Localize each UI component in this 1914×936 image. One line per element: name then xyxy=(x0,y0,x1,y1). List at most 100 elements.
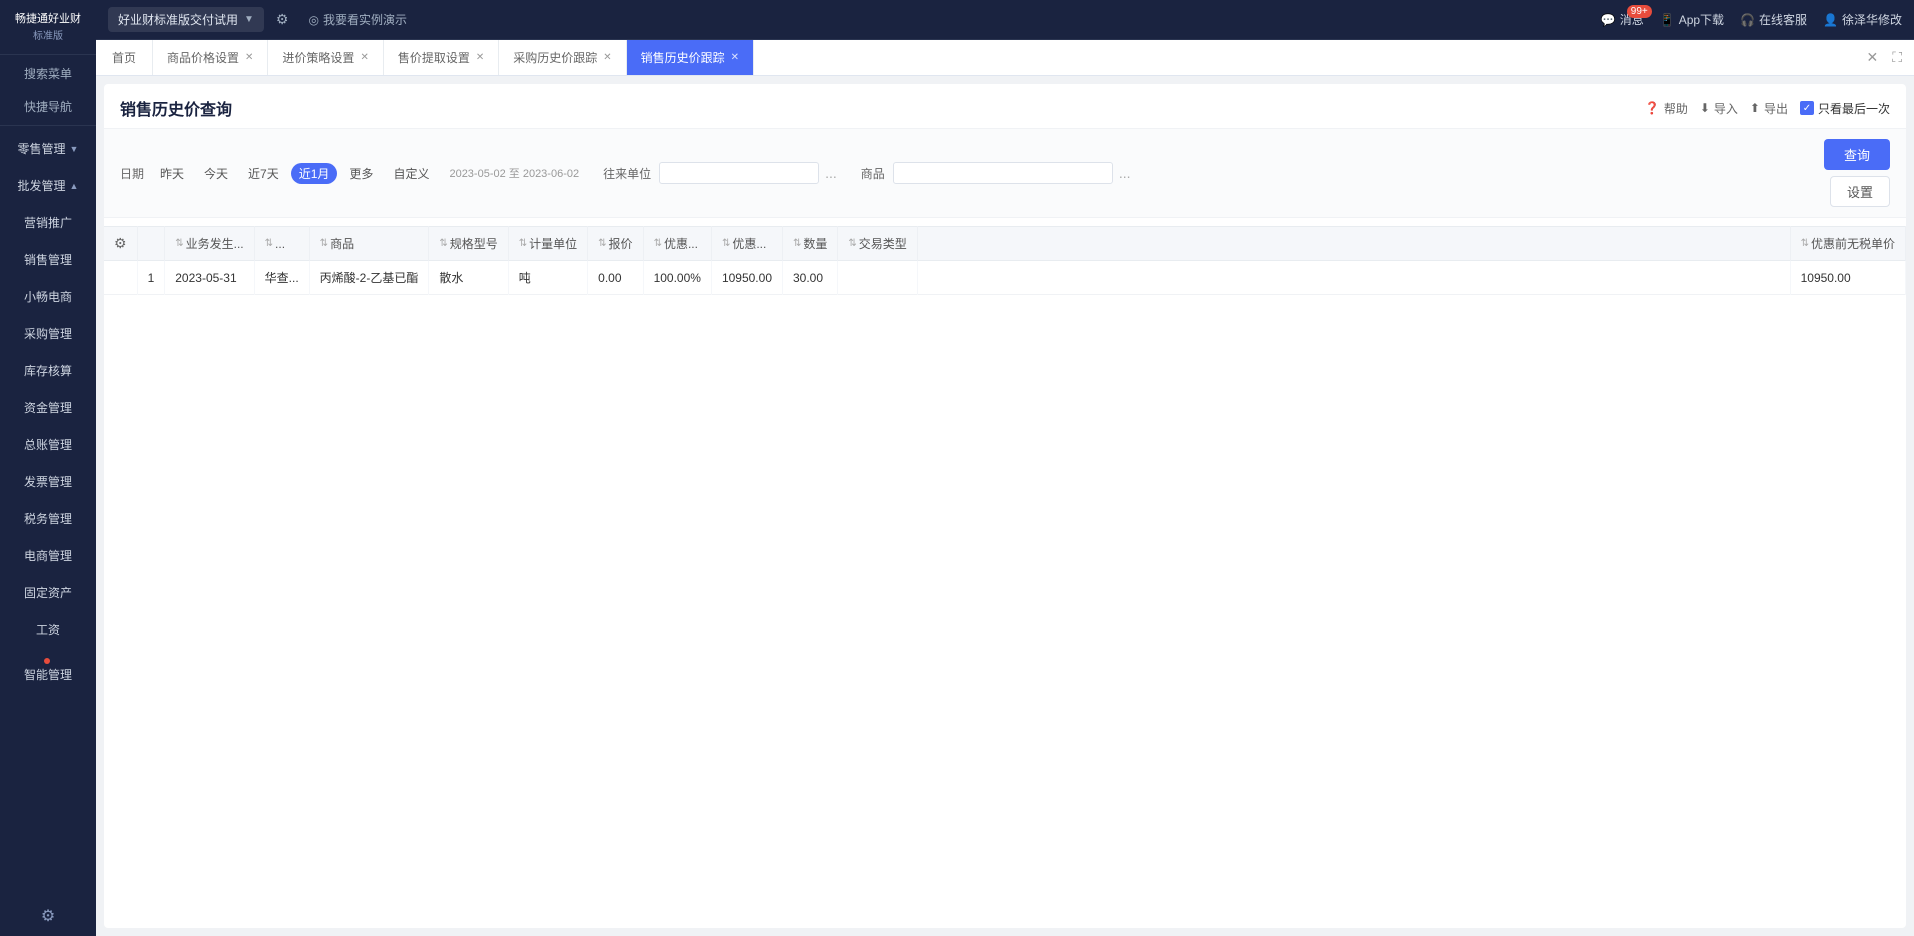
sidebar-item-ecommerce[interactable]: 电商管理 xyxy=(0,537,96,574)
col-trade-type-label: 交易类型 xyxy=(859,235,907,252)
col-product-header[interactable]: ⇅ 商品 xyxy=(309,227,429,261)
sidebar-item-marketing[interactable]: 营销推广 xyxy=(0,204,96,241)
col-pretax-price-sort-icon: ⇅ xyxy=(1801,238,1809,249)
tab-close-product-price[interactable]: ✕ xyxy=(245,52,253,63)
product-dots-button[interactable]: ... xyxy=(1119,165,1131,181)
date-btn-1month[interactable]: 近1月 xyxy=(291,163,338,184)
sidebar-item-search[interactable]: 搜索菜单 xyxy=(0,55,96,92)
last-only-checkbox[interactable]: ✓ 只看最后一次 xyxy=(1800,100,1890,117)
tab-close-purchase-history[interactable]: ✕ xyxy=(603,52,611,63)
column-gear-icon[interactable]: ⚙ xyxy=(114,235,127,251)
date-btn-custom[interactable]: 自定义 xyxy=(385,163,437,184)
sidebar-item-smart[interactable]: 智能管理 xyxy=(0,648,96,693)
sidebar-item-purchase[interactable]: 采购管理 xyxy=(0,315,96,352)
import-button[interactable]: ⬇ 导入 xyxy=(1700,100,1738,117)
tab-product-price[interactable]: 商品价格设置 ✕ xyxy=(153,40,268,76)
tab-home[interactable]: 首页 xyxy=(96,40,153,76)
from-unit-input[interactable] xyxy=(659,162,819,184)
demo-label: 我要看实例演示 xyxy=(323,11,407,28)
chevron-up-icon: ▲ xyxy=(70,181,79,191)
sidebar-item-salary[interactable]: 工资 xyxy=(0,611,96,648)
row-spec-cell: 散水 xyxy=(429,261,508,295)
main-area: 好业财标准版交付试用 ▼ ⚙ ◎ 我要看实例演示 💬 消息 99+ 📱 App下… xyxy=(96,0,1914,936)
app-download-label: App下载 xyxy=(1679,11,1724,28)
tabbar: 首页 商品价格设置 ✕ 进价策略设置 ✕ 售价提取设置 ✕ 采购历史价跟踪 ✕ … xyxy=(96,40,1914,76)
col-spec-header[interactable]: ⇅ 规格型号 xyxy=(429,227,508,261)
app-logo: 畅捷通好业财 标准版 xyxy=(0,0,96,55)
sidebar-item-wholesale[interactable]: 批发管理 ▲ xyxy=(0,167,96,204)
col-price-header[interactable]: ⇅ 报价 xyxy=(588,227,643,261)
sidebar-item-finance[interactable]: 资金管理 xyxy=(0,389,96,426)
date-range-display: 2023-05-02 至 2023-06-02 xyxy=(449,165,579,181)
tab-home-label: 首页 xyxy=(112,49,136,66)
date-filter-label: 日期 xyxy=(120,165,144,182)
col-spec-label: 规格型号 xyxy=(450,235,498,252)
from-unit-dots-button[interactable]: ... xyxy=(825,165,837,181)
col-gear-header[interactable]: ⚙ xyxy=(104,227,137,261)
from-unit-filter-group: 往来单位 ... xyxy=(603,162,837,184)
tab-close-sale-extract[interactable]: ✕ xyxy=(476,52,484,63)
col-trade-type-header[interactable]: ⇅ 交易类型 xyxy=(838,227,917,261)
col-discount1-label: 优惠... xyxy=(664,235,698,252)
demo-button[interactable]: ◎ 我要看实例演示 xyxy=(308,11,407,28)
col-unit-sort-icon: ⇅ xyxy=(519,238,527,249)
row-spacer-cell xyxy=(917,261,1790,295)
topbar-gear-icon[interactable]: ⚙ xyxy=(272,7,293,32)
col-price-sort-icon: ⇅ xyxy=(598,238,606,249)
export-button[interactable]: ⬆ 导出 xyxy=(1750,100,1788,117)
col-pretax-price-header[interactable]: ⇅ 优惠前无税单价 xyxy=(1790,227,1905,261)
row-quantity-cell: 30.00 xyxy=(783,261,838,295)
row-price-cell: 0.00 xyxy=(588,261,643,295)
tab-close-sale-history[interactable]: ✕ xyxy=(731,52,739,63)
sidebar-item-inventory[interactable]: 库存核算 xyxy=(0,352,96,389)
col-biz-date-label: 业务发生... xyxy=(186,235,244,252)
page-title: 销售历史价查询 xyxy=(120,96,232,120)
help-button[interactable]: ❓ 帮助 xyxy=(1645,100,1688,117)
product-input[interactable] xyxy=(893,162,1113,184)
table-row: 1 2023-05-31 华查... 丙烯酸-2-乙基已酯 散水 吨 0.00 … xyxy=(104,261,1906,295)
col-biz-date-header[interactable]: ⇅ 业务发生... xyxy=(165,227,254,261)
col-discount1-header[interactable]: ⇅ 优惠... xyxy=(643,227,711,261)
headset-icon: 🎧 xyxy=(1740,13,1755,27)
date-btn-more[interactable]: 更多 xyxy=(341,163,381,184)
sidebar-item-sales[interactable]: 销售管理 xyxy=(0,241,96,278)
col-extra-header[interactable]: ⇅ ... xyxy=(254,227,309,261)
message-icon: 💬 xyxy=(1601,13,1616,27)
window-close-icon[interactable]: ✕ xyxy=(1862,45,1882,70)
date-btn-7days[interactable]: 近7天 xyxy=(240,163,287,184)
avatar-icon: 👤 xyxy=(1823,13,1838,27)
tab-sale-extract[interactable]: 售价提取设置 ✕ xyxy=(384,40,499,76)
query-button[interactable]: 查询 xyxy=(1824,139,1890,170)
window-maximize-icon[interactable]: ⛶ xyxy=(1888,45,1906,70)
workspace-selector[interactable]: 好业财标准版交付试用 ▼ xyxy=(108,7,264,32)
user-profile-button[interactable]: 👤 徐泽华修改 xyxy=(1823,11,1902,28)
col-biz-date-sort-icon: ⇅ xyxy=(175,238,183,249)
date-btn-today[interactable]: 今天 xyxy=(196,163,236,184)
filter-settings-button[interactable]: 设置 xyxy=(1830,176,1890,207)
date-btn-yesterday[interactable]: 昨天 xyxy=(152,163,192,184)
tab-close-purchase-strategy[interactable]: ✕ xyxy=(360,52,368,63)
sidebar-item-ecommerce-small[interactable]: 小畅电商 xyxy=(0,278,96,315)
sidebar-item-fixed-assets[interactable]: 固定资产 xyxy=(0,574,96,611)
col-quantity-header[interactable]: ⇅ 数量 xyxy=(783,227,838,261)
sidebar-item-retail[interactable]: 零售管理 ▼ xyxy=(0,130,96,167)
col-unit-header[interactable]: ⇅ 计量单位 xyxy=(508,227,587,261)
col-discount2-label: 优惠... xyxy=(732,235,766,252)
sidebar-item-tax[interactable]: 税务管理 xyxy=(0,500,96,537)
tab-purchase-history[interactable]: 采购历史价跟踪 ✕ xyxy=(499,40,626,76)
col-discount2-header[interactable]: ⇅ 优惠... xyxy=(711,227,782,261)
sidebar-item-general-ledger[interactable]: 总账管理 xyxy=(0,426,96,463)
sidebar-item-quick-nav[interactable]: 快捷导航 xyxy=(0,92,96,121)
filter-action-buttons: 查询 设置 xyxy=(1824,139,1890,207)
tab-sale-history[interactable]: 销售历史价跟踪 ✕ xyxy=(627,40,754,76)
message-button[interactable]: 💬 消息 99+ xyxy=(1601,11,1644,28)
data-table: ⚙ ⇅ 业务发生... ⇅ xyxy=(104,226,1906,295)
sidebar-settings-button[interactable]: ⚙ xyxy=(0,896,96,936)
row-product-cell: 丙烯酸-2-乙基已酯 xyxy=(309,261,429,295)
workspace-dropdown-icon: ▼ xyxy=(244,14,254,25)
sidebar-item-invoice[interactable]: 发票管理 xyxy=(0,463,96,500)
col-spacer-header xyxy=(917,227,1790,261)
app-download-button[interactable]: 📱 App下载 xyxy=(1660,11,1724,28)
tab-purchase-strategy[interactable]: 进价策略设置 ✕ xyxy=(268,40,383,76)
online-service-button[interactable]: 🎧 在线客服 xyxy=(1740,11,1807,28)
